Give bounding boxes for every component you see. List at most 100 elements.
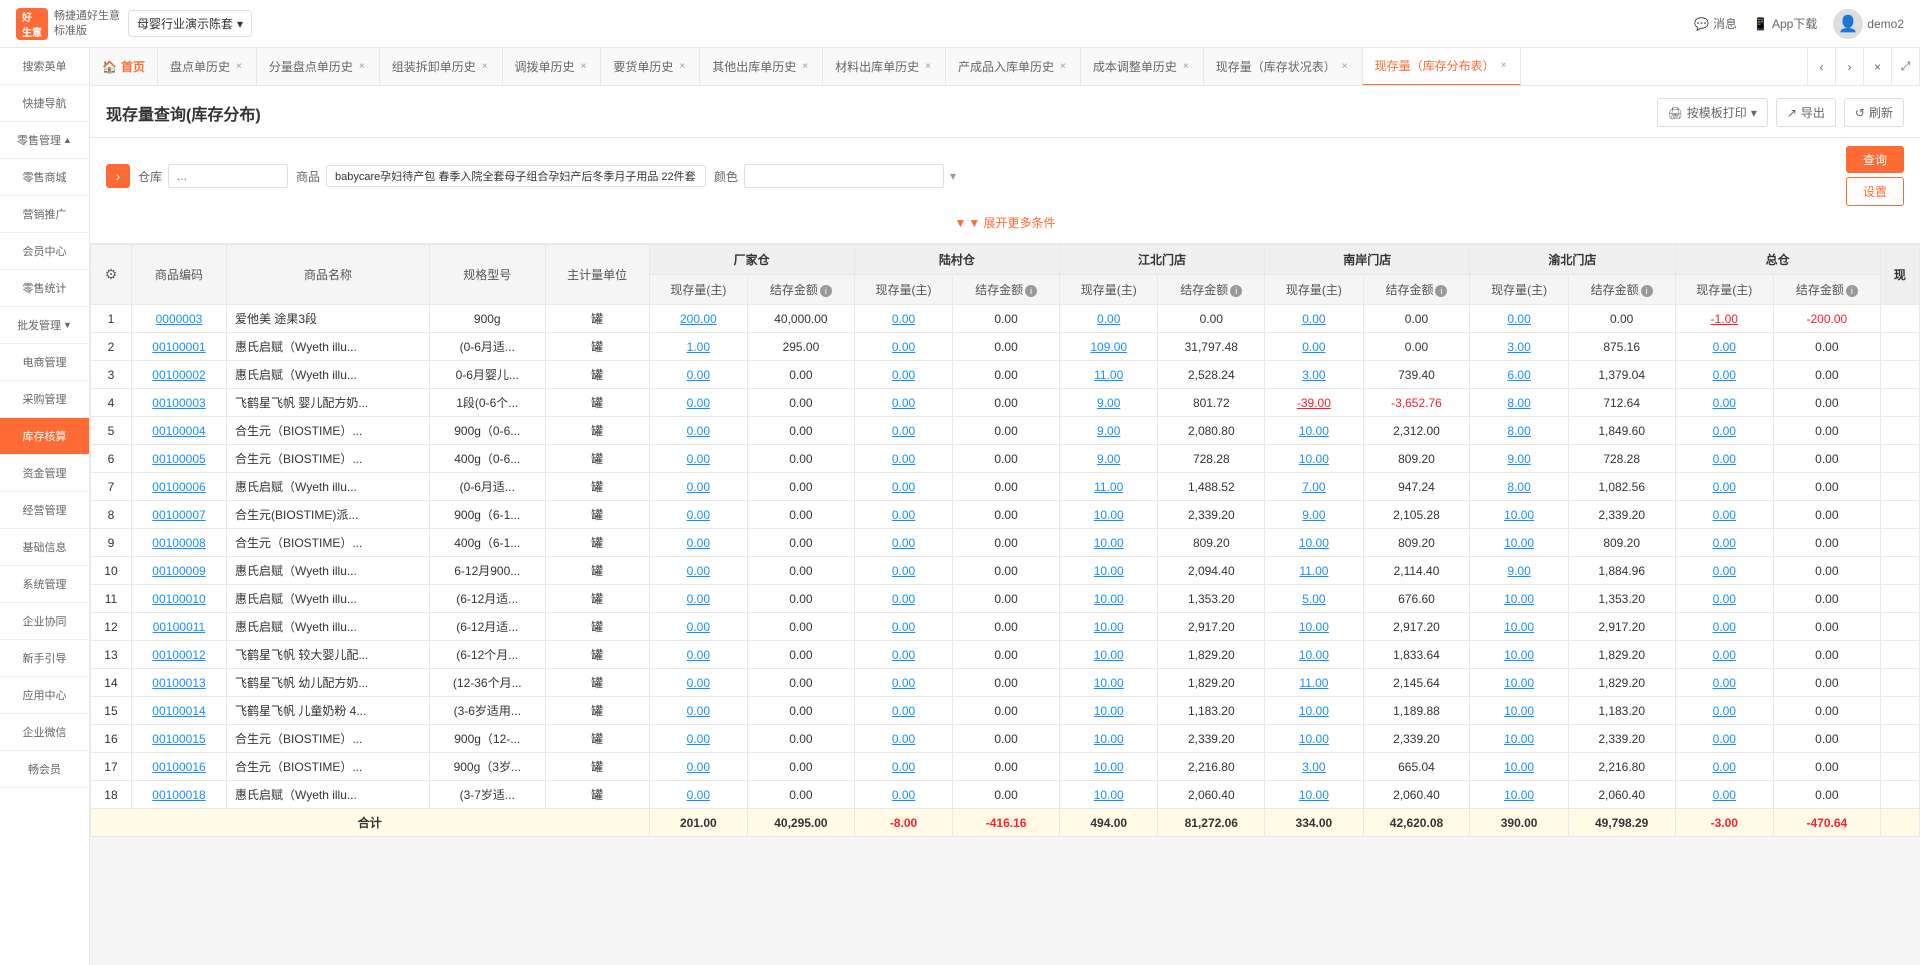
td-w5-qty[interactable]: 10.00 [1470, 529, 1569, 557]
tab-close-cost-adjust[interactable]: × [1181, 60, 1191, 73]
td-total-qty[interactable]: 0.00 [1675, 585, 1774, 613]
td-w3-qty[interactable]: 10.00 [1059, 669, 1158, 697]
td-total-qty[interactable]: 0.00 [1675, 557, 1774, 585]
td-w5-qty[interactable]: 0.00 [1470, 305, 1569, 333]
tab-requisition[interactable]: 要货单历史 × [601, 48, 700, 86]
info-icon-total[interactable]: i [1846, 285, 1858, 297]
td-w4-qty[interactable]: 10.00 [1265, 417, 1364, 445]
td-w1-qty[interactable]: 0.00 [649, 361, 748, 389]
td-w3-qty[interactable]: 10.00 [1059, 557, 1158, 585]
sidebar-item-inventory[interactable]: 库存核算 [0, 418, 89, 455]
sidebar-item-wechat[interactable]: 企业微信 [0, 714, 89, 751]
td-total-qty[interactable]: 0.00 [1675, 753, 1774, 781]
td-total-qty[interactable]: 0.00 [1675, 361, 1774, 389]
td-w5-qty[interactable]: 10.00 [1470, 585, 1569, 613]
td-w3-qty[interactable]: 10.00 [1059, 641, 1158, 669]
td-w3-qty[interactable]: 9.00 [1059, 389, 1158, 417]
sidebar-item-quick[interactable]: 快捷导航 [0, 85, 89, 122]
td-w2-qty[interactable]: 0.00 [854, 305, 953, 333]
setting-button[interactable]: 设置 [1846, 177, 1904, 206]
td-w2-qty[interactable]: 0.00 [854, 753, 953, 781]
td-code[interactable]: 00100010 [131, 585, 226, 613]
sidebar-item-purchase[interactable]: 采购管理 [0, 381, 89, 418]
info-icon-w3[interactable]: i [1230, 285, 1242, 297]
print-button[interactable]: 🖨 按模板打印 ▾ [1657, 98, 1768, 127]
td-w2-qty[interactable]: 0.00 [854, 697, 953, 725]
td-w1-qty[interactable]: 0.00 [649, 473, 748, 501]
td-w5-qty[interactable]: 10.00 [1470, 781, 1569, 809]
color-input[interactable] [744, 164, 944, 188]
td-code[interactable]: 00100014 [131, 697, 226, 725]
sidebar-item-retail[interactable]: 零售管理 ▲ [0, 122, 89, 159]
td-code[interactable]: 00100007 [131, 501, 226, 529]
tab-stock-status[interactable]: 现存量（库存状况表） × [1204, 48, 1363, 86]
tab-close-material-out[interactable]: × [923, 60, 933, 73]
td-w5-qty[interactable]: 10.00 [1470, 753, 1569, 781]
info-icon-w4[interactable]: i [1435, 285, 1447, 297]
td-code[interactable]: 00100008 [131, 529, 226, 557]
td-w5-qty[interactable]: 9.00 [1470, 557, 1569, 585]
td-total-qty[interactable]: 0.00 [1675, 641, 1774, 669]
sidebar-item-appcenter[interactable]: 应用中心 [0, 677, 89, 714]
td-total-qty[interactable]: 0.00 [1675, 333, 1774, 361]
td-code[interactable]: 00100012 [131, 641, 226, 669]
td-w3-qty[interactable]: 0.00 [1059, 305, 1158, 333]
tab-other-out[interactable]: 其他出库单历史 × [700, 48, 823, 86]
export-button[interactable]: ↗ 导出 [1776, 98, 1836, 127]
td-w4-qty[interactable]: 10.00 [1265, 613, 1364, 641]
td-w4-qty[interactable]: 10.00 [1265, 725, 1364, 753]
tab-product-in[interactable]: 产成品入库单历史 × [946, 48, 1081, 86]
td-w4-qty[interactable]: -39.00 [1265, 389, 1364, 417]
td-code[interactable]: 00100001 [131, 333, 226, 361]
td-total-qty[interactable]: 0.00 [1675, 389, 1774, 417]
sidebar-item-enterprise[interactable]: 企业协同 [0, 603, 89, 640]
sidebar-item-finance[interactable]: 资金管理 [0, 455, 89, 492]
td-w1-qty[interactable]: 200.00 [649, 305, 748, 333]
td-w3-qty[interactable]: 109.00 [1059, 333, 1158, 361]
tab-close-requisition[interactable]: × [677, 60, 687, 73]
td-w5-qty[interactable]: 10.00 [1470, 697, 1569, 725]
td-code[interactable]: 00100009 [131, 557, 226, 585]
warehouse-input[interactable] [168, 164, 288, 188]
tab-inventory-check[interactable]: 盘点单历史 × [158, 48, 257, 86]
td-w3-qty[interactable]: 10.00 [1059, 725, 1158, 753]
td-w5-qty[interactable]: 10.00 [1470, 501, 1569, 529]
td-w1-qty[interactable]: 0.00 [649, 445, 748, 473]
td-w5-qty[interactable]: 10.00 [1470, 641, 1569, 669]
sidebar-item-ecommerce[interactable]: 电商管理 [0, 344, 89, 381]
td-w2-qty[interactable]: 0.00 [854, 725, 953, 753]
sidebar-item-operation[interactable]: 经营管理 [0, 492, 89, 529]
td-w4-qty[interactable]: 3.00 [1265, 753, 1364, 781]
td-w4-qty[interactable]: 11.00 [1265, 669, 1364, 697]
tab-inventory-check2[interactable]: 分量盘点单历史 × [257, 48, 380, 86]
td-total-qty[interactable]: 0.00 [1675, 781, 1774, 809]
td-code[interactable]: 00100004 [131, 417, 226, 445]
td-w1-qty[interactable]: 0.00 [649, 417, 748, 445]
td-w4-qty[interactable]: 10.00 [1265, 641, 1364, 669]
td-w2-qty[interactable]: 0.00 [854, 473, 953, 501]
td-w4-qty[interactable]: 0.00 [1265, 305, 1364, 333]
td-w3-qty[interactable]: 9.00 [1059, 445, 1158, 473]
sidebar-item-member2[interactable]: 畅会员 [0, 751, 89, 788]
user-menu[interactable]: 👤 demo2 [1833, 9, 1904, 39]
refresh-button[interactable]: ↺ 刷新 [1844, 98, 1904, 127]
tab-next-button[interactable]: › [1836, 48, 1864, 86]
tab-stock-dist[interactable]: 现存量（库存分布表） × [1363, 48, 1522, 86]
td-w1-qty[interactable]: 0.00 [649, 529, 748, 557]
td-w5-qty[interactable]: 8.00 [1470, 389, 1569, 417]
tab-prev-button[interactable]: ‹ [1808, 48, 1836, 86]
td-w2-qty[interactable]: 0.00 [854, 529, 953, 557]
tab-close-stock-dist[interactable]: × [1499, 59, 1509, 72]
td-w2-qty[interactable]: 0.00 [854, 417, 953, 445]
td-w1-qty[interactable]: 0.00 [649, 613, 748, 641]
td-w1-qty[interactable]: 0.00 [649, 697, 748, 725]
td-total-qty[interactable]: 0.00 [1675, 417, 1774, 445]
td-w4-qty[interactable]: 11.00 [1265, 557, 1364, 585]
td-total-qty[interactable]: 0.00 [1675, 473, 1774, 501]
sidebar-item-basic[interactable]: 基础信息 [0, 529, 89, 566]
td-code[interactable]: 00100006 [131, 473, 226, 501]
filter-expand-button[interactable]: › [106, 164, 130, 188]
td-total-qty[interactable]: 0.00 [1675, 669, 1774, 697]
td-code[interactable]: 00100002 [131, 361, 226, 389]
td-w3-qty[interactable]: 9.00 [1059, 417, 1158, 445]
